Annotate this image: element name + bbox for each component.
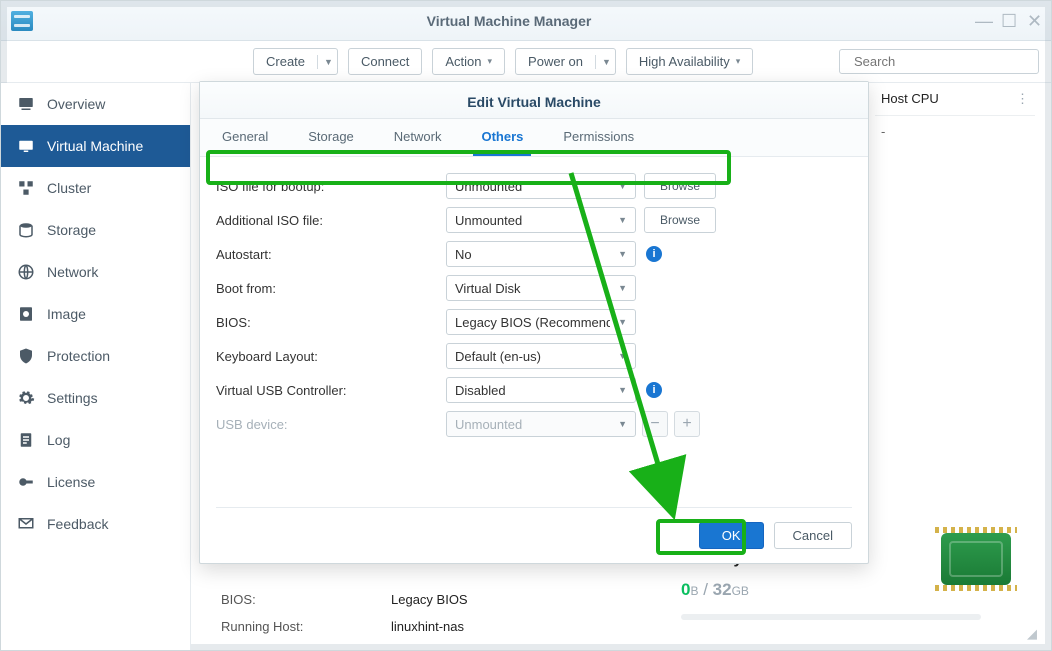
minimize-icon[interactable]: —	[975, 14, 989, 28]
sidebar-item-cluster[interactable]: Cluster	[1, 167, 190, 209]
chevron-down-icon: ▾	[488, 56, 493, 67]
sidebar-item-virtual-machine[interactable]: Virtual Machine	[1, 125, 190, 167]
vm-icon	[17, 137, 35, 155]
keyboard-layout-select[interactable]: Default (en-us)▼	[446, 343, 636, 369]
toolbar: Create▼ Connect Action ▾ Power on▼ High …	[1, 41, 1051, 83]
additional-iso-browse-button[interactable]: Browse	[644, 207, 716, 233]
running-host-value: linuxhint-nas	[391, 619, 464, 634]
power-button[interactable]: Power on▼	[515, 48, 616, 75]
cluster-icon	[17, 179, 35, 197]
chevron-down-icon: ▼	[618, 249, 627, 259]
dialog-body: ISO file for bootup: Unmounted▼ Browse A…	[200, 157, 868, 507]
sidebar-item-feedback[interactable]: Feedback	[1, 503, 190, 545]
protection-icon	[17, 347, 35, 365]
app-window: Virtual Machine Manager — ☐ ✕ Create▼ Co…	[0, 0, 1052, 651]
sidebar-item-protection[interactable]: Protection	[1, 335, 190, 377]
sidebar-item-image[interactable]: Image	[1, 293, 190, 335]
action-button[interactable]: Action ▾	[432, 48, 505, 75]
gear-icon	[17, 389, 35, 407]
ok-button[interactable]: OK	[699, 522, 764, 549]
bios-value: Legacy BIOS	[391, 592, 468, 607]
keyboard-layout-label: Keyboard Layout:	[216, 349, 446, 364]
sidebar-item-network[interactable]: Network	[1, 251, 190, 293]
search-field[interactable]	[854, 54, 1030, 69]
info-icon[interactable]: i	[646, 382, 662, 398]
iso-bootup-select[interactable]: Unmounted▼	[446, 173, 636, 199]
usb-remove-button: −	[642, 411, 668, 437]
chevron-down-icon: ▼	[618, 317, 627, 327]
window-title: Virtual Machine Manager	[43, 13, 975, 29]
create-button[interactable]: Create▼	[253, 48, 338, 75]
sidebar-item-storage[interactable]: Storage	[1, 209, 190, 251]
network-icon	[17, 263, 35, 281]
app-icon	[11, 11, 33, 31]
autostart-label: Autostart:	[216, 247, 446, 262]
column-header[interactable]: Host CPU	[881, 91, 939, 107]
usb-add-button: +	[674, 411, 700, 437]
cancel-button[interactable]: Cancel	[774, 522, 852, 549]
sidebar-item-license[interactable]: License	[1, 461, 190, 503]
iso-bootup-label: ISO file for bootup:	[216, 179, 446, 194]
additional-iso-select[interactable]: Unmounted▼	[446, 207, 636, 233]
search-input[interactable]	[839, 49, 1039, 74]
maximize-icon[interactable]: ☐	[1001, 14, 1015, 28]
usb-device-label: USB device:	[216, 417, 446, 432]
chevron-down-icon: ▼	[618, 181, 627, 191]
sidebar-item-overview[interactable]: Overview	[1, 83, 190, 125]
autostart-select[interactable]: No▼	[446, 241, 636, 267]
sidebar-item-settings[interactable]: Settings	[1, 377, 190, 419]
chevron-down-icon: ▼	[618, 215, 627, 225]
tab-general[interactable]: General	[214, 119, 276, 156]
host-cpu-column: Host CPU ⋮ -	[875, 83, 1035, 147]
vm-details: BIOS:Legacy BIOS Running Host:linuxhint-…	[221, 586, 468, 640]
boot-from-select[interactable]: Virtual Disk▼	[446, 275, 636, 301]
column-menu-icon[interactable]: ⋮	[1016, 91, 1029, 107]
sidebar-item-log[interactable]: Log	[1, 419, 190, 461]
usb-device-select: Unmounted▼	[446, 411, 636, 437]
running-host-label: Running Host:	[221, 619, 391, 634]
bios-select-label: BIOS:	[216, 315, 446, 330]
usb-controller-select[interactable]: Disabled▼	[446, 377, 636, 403]
memory-bar	[681, 614, 981, 620]
bios-select[interactable]: Legacy BIOS (Recommend▼	[446, 309, 636, 335]
chevron-down-icon: ▼	[324, 57, 333, 67]
feedback-icon	[17, 515, 35, 533]
info-icon[interactable]: i	[646, 246, 662, 262]
dialog-tabs: General Storage Network Others Permissio…	[200, 119, 868, 157]
chevron-down-icon: ▼	[618, 351, 627, 361]
chevron-down-icon: ▼	[618, 283, 627, 293]
dialog-footer: OK Cancel	[200, 508, 868, 563]
chip-graphic	[941, 533, 1011, 585]
image-icon	[17, 305, 35, 323]
connect-button[interactable]: Connect	[348, 48, 422, 75]
tab-network[interactable]: Network	[386, 119, 450, 156]
iso-bootup-browse-button[interactable]: Browse	[644, 173, 716, 199]
close-icon[interactable]: ✕	[1027, 14, 1041, 28]
license-icon	[17, 473, 35, 491]
usb-controller-label: Virtual USB Controller:	[216, 383, 446, 398]
tab-storage[interactable]: Storage	[300, 119, 362, 156]
tab-others[interactable]: Others	[473, 119, 531, 156]
resize-handle-icon[interactable]: ◢	[1027, 626, 1041, 640]
boot-from-label: Boot from:	[216, 281, 446, 296]
chevron-down-icon: ▼	[618, 385, 627, 395]
chevron-down-icon: ▼	[602, 57, 611, 67]
bios-label: BIOS:	[221, 592, 391, 607]
table-row[interactable]: -	[875, 116, 1035, 147]
log-icon	[17, 431, 35, 449]
chevron-down-icon: ▾	[736, 56, 741, 67]
sidebar: Overview Virtual Machine Cluster Storage…	[1, 83, 191, 650]
tab-permissions[interactable]: Permissions	[555, 119, 642, 156]
overview-icon	[17, 95, 35, 113]
edit-vm-dialog: Edit Virtual Machine General Storage Net…	[199, 81, 869, 564]
storage-icon	[17, 221, 35, 239]
titlebar: Virtual Machine Manager — ☐ ✕	[1, 1, 1051, 41]
additional-iso-label: Additional ISO file:	[216, 213, 446, 228]
ha-button[interactable]: High Availability ▾	[626, 48, 753, 75]
chevron-down-icon: ▼	[618, 419, 627, 429]
dialog-title: Edit Virtual Machine	[200, 82, 868, 119]
